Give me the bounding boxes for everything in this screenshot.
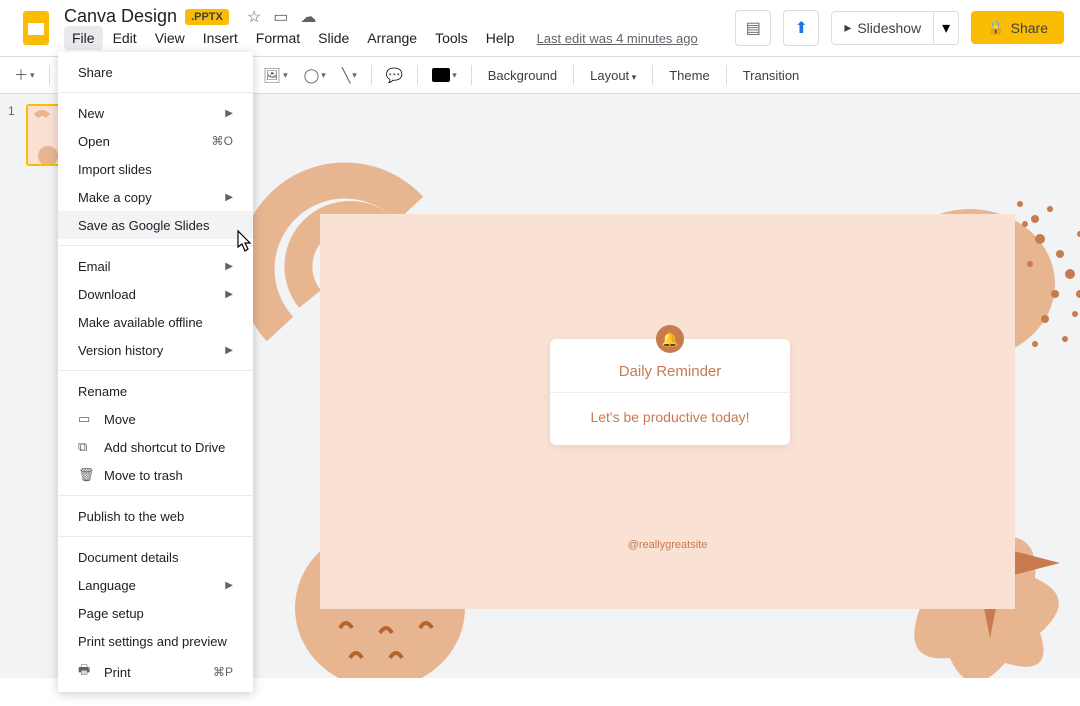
file-move-to-trash[interactable]: 🗑Move to trash [58,461,253,489]
file-move[interactable]: ▭Move [58,405,253,433]
theme-button[interactable]: Theme [661,64,717,87]
file-print[interactable]: 🖶Print⌘P [58,655,253,689]
submenu-arrow-icon: ▶ [225,192,233,203]
drive-shortcut-icon: ⧉ [78,439,94,455]
folder-move-icon: ▭ [78,411,94,427]
move-folder-icon[interactable]: ▭ [273,7,288,27]
last-edit-link[interactable]: Last edit was 4 minutes ago [537,31,698,46]
slide-number: 1 [8,104,20,166]
submenu-arrow-icon: ▶ [225,580,233,591]
cloud-status-icon: ☁ [300,7,316,27]
submenu-arrow-icon: ▶ [225,289,233,300]
file-print-settings[interactable]: Print settings and preview [58,627,253,655]
trash-icon: 🗑 [78,467,94,483]
menu-insert[interactable]: Insert [195,26,246,50]
submenu-arrow-icon: ▶ [225,108,233,119]
comment-tool-icon[interactable]: 💬 [380,63,409,88]
fill-color-tool[interactable]: ▾ [426,64,463,86]
file-format-badge: .PPTX [185,9,229,25]
bell-icon: 🔔 [656,325,684,353]
transition-button[interactable]: Transition [735,64,808,87]
menu-slide[interactable]: Slide [310,26,357,50]
comments-icon[interactable]: ▤ [735,10,771,46]
star-icon[interactable]: ☆ [247,7,261,27]
card-body: Let's be productive today! [550,393,790,445]
file-document-details[interactable]: Document details [58,543,253,571]
image-tool-icon[interactable]: 🖼 ▾ [257,63,293,88]
lock-icon: 🔒 [987,19,1004,36]
layout-button[interactable]: Layout ▾ [582,64,644,87]
submenu-arrow-icon: ▶ [225,261,233,272]
file-page-setup[interactable]: Page setup [58,599,253,627]
background-button[interactable]: Background [480,64,565,87]
file-menu-dropdown: Share New▶ Open⌘O Import slides Make a c… [58,52,253,692]
file-open[interactable]: Open⌘O [58,127,253,155]
file-publish-web[interactable]: Publish to the web [58,502,253,530]
print-icon: 🖶 [78,661,94,683]
share-button[interactable]: 🔒 Share [971,11,1064,44]
file-new[interactable]: New▶ [58,99,253,127]
file-rename[interactable]: Rename [58,377,253,405]
submenu-arrow-icon: ▶ [225,345,233,356]
file-language[interactable]: Language▶ [58,571,253,599]
document-title[interactable]: Canva Design [64,6,177,27]
slideshow-dropdown-icon[interactable]: ▾ [934,11,959,45]
line-tool-icon[interactable]: ╲ ▾ [336,63,363,88]
file-share[interactable]: Share [58,58,253,86]
menu-file[interactable]: File [64,26,103,50]
file-make-offline[interactable]: Make available offline [58,308,253,336]
menu-tools[interactable]: Tools [427,26,476,50]
slideshow-button[interactable]: ▸ Slideshow [831,11,934,45]
file-version-history[interactable]: Version history▶ [58,336,253,364]
present-icon[interactable]: ⬆ [783,10,819,46]
file-save-as-google-slides[interactable]: Save as Google Slides [58,211,253,239]
menu-edit[interactable]: Edit [105,26,145,50]
file-add-shortcut[interactable]: ⧉Add shortcut to Drive [58,433,253,461]
file-make-copy[interactable]: Make a copy▶ [58,183,253,211]
file-import-slides[interactable]: Import slides [58,155,253,183]
shape-tool-icon[interactable]: ◯ ▾ [298,63,332,88]
menu-view[interactable]: View [147,26,193,50]
new-slide-button[interactable]: ＋ ▾ [8,61,41,89]
slide-content[interactable]: 🔔 Daily Reminder Let's be productive tod… [320,214,1015,609]
file-download[interactable]: Download▶ [58,280,253,308]
menu-arrange[interactable]: Arrange [359,26,425,50]
menu-help[interactable]: Help [478,26,523,50]
file-email[interactable]: Email▶ [58,252,253,280]
menu-format[interactable]: Format [248,26,308,50]
slide-canvas[interactable]: 🔔 Daily Reminder Let's be productive tod… [190,94,1080,678]
reminder-card: 🔔 Daily Reminder Let's be productive tod… [550,339,790,445]
social-handle: @reallygreatsite [628,539,708,551]
play-icon: ▸ [844,19,851,36]
slides-logo[interactable] [16,8,56,48]
